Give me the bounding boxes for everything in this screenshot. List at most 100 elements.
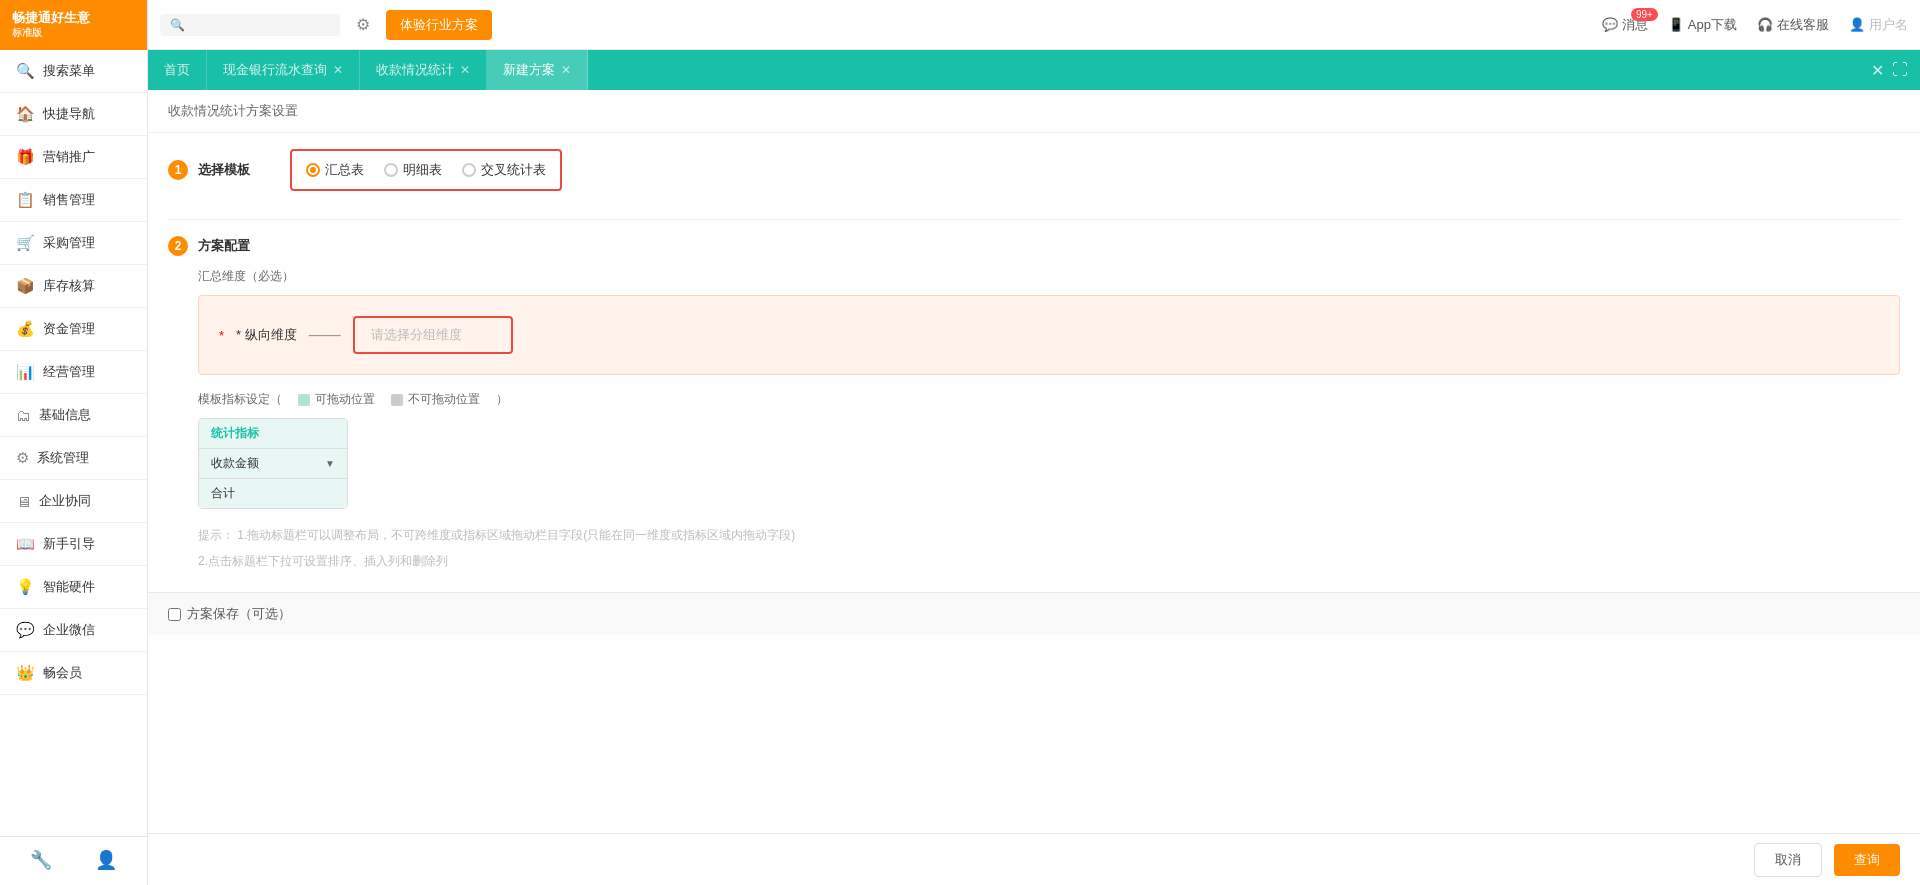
sidebar-item-search[interactable]: 🔍 搜索菜单 [0, 50, 147, 93]
indicator-row-0[interactable]: 收款金额 ▼ [199, 449, 347, 478]
sidebar-label-smart-hardware: 智能硬件 [43, 578, 95, 596]
guide-icon: 📖 [16, 535, 35, 553]
tip-line-2: 2.点击标题栏下拉可设置排序、插入列和删除列 [198, 551, 1900, 573]
wechat-icon: 💬 [16, 621, 35, 639]
tab-bar: 首页 现金银行流水查询 ✕ 收款情况统计 ✕ 新建方案 ✕ ✕ ⛶ [148, 50, 1920, 90]
step2-header: 2 方案配置 [168, 236, 1900, 256]
radio-detail[interactable]: 明细表 [384, 161, 442, 179]
sidebar-item-purchase[interactable]: 🛒 采购管理 [0, 222, 147, 265]
member-icon: 👑 [16, 664, 35, 682]
sidebar-label-finance: 资金管理 [43, 320, 95, 338]
search-icon: 🔍 [170, 18, 185, 32]
sidebar-item-inventory[interactable]: 📦 库存核算 [0, 265, 147, 308]
step1-title: 选择模板 [198, 161, 250, 179]
radio-circle-cross [462, 163, 476, 177]
tab-new-plan-label: 新建方案 [503, 61, 555, 79]
sidebar-label-basic-info: 基础信息 [39, 406, 91, 424]
indicator-table-header: 统计指标 [199, 419, 347, 449]
radio-cross[interactable]: 交叉统计表 [462, 161, 546, 179]
user-icon: 👤 [95, 849, 117, 871]
sidebar-label-purchase: 采购管理 [43, 234, 95, 252]
sidebar-item-system[interactable]: ⚙ 系统管理 [0, 437, 147, 480]
indicator-table: 统计指标 收款金额 ▼ 合计 [198, 418, 348, 509]
enterprise-coop-icon: 🖥 [16, 493, 31, 510]
page-title: 收款情况统计方案设置 [148, 90, 1920, 133]
tab-collection-stats-close[interactable]: ✕ [460, 63, 470, 77]
tab-new-plan[interactable]: 新建方案 ✕ [487, 50, 588, 90]
tab-close-all-icon[interactable]: ✕ [1871, 61, 1884, 80]
header-right: 💬 消息 99+ 📱 App下载 🎧 在线客服 👤 用户名 [1602, 16, 1908, 34]
notification-icon: 💬 [1602, 17, 1618, 32]
dim-required-star: * [219, 328, 224, 343]
step1-header: 1 选择模板 汇总表 明细表 交叉统计表 [168, 149, 1900, 191]
service-item[interactable]: 🎧 在线客服 [1757, 16, 1829, 34]
sidebar-item-member[interactable]: 👑 畅会员 [0, 652, 147, 695]
fixed-box [391, 394, 403, 406]
notification-badge: 99+ [1631, 8, 1658, 21]
radio-cross-label: 交叉统计表 [481, 161, 546, 179]
tab-home[interactable]: 首页 [148, 50, 207, 90]
tab-new-plan-close[interactable]: ✕ [561, 63, 571, 77]
sidebar-item-finance[interactable]: 💰 资金管理 [0, 308, 147, 351]
legend-fixed: 不可拖动位置 [391, 391, 480, 408]
sidebar-bottom-settings[interactable]: 🔧 [30, 849, 52, 873]
sidebar-item-operations[interactable]: 📊 经营管理 [0, 351, 147, 394]
fixed-label: 不可拖动位置 [408, 391, 480, 408]
sidebar-item-basic-info[interactable]: 🗂 基础信息 [0, 394, 147, 437]
dropdown-arrow-0[interactable]: ▼ [325, 458, 335, 469]
content-area: 收款情况统计方案设置 1 选择模板 汇总表 明细表 [148, 90, 1920, 833]
tab-bank-flow-close[interactable]: ✕ [333, 63, 343, 77]
hardware-icon: 💡 [16, 578, 35, 596]
sidebar-item-new-guide[interactable]: 📖 新手引导 [0, 523, 147, 566]
sidebar-item-enterprise-wechat[interactable]: 💬 企业微信 [0, 609, 147, 652]
sidebar-logo: 畅捷通好生意 标准版 [0, 0, 147, 50]
step2-section: 2 方案配置 汇总维度（必选） * * 纵向维度 —— 请选择分组维度 [148, 220, 1920, 592]
sidebar-bottom-user[interactable]: 👤 [95, 849, 117, 873]
gear-icon[interactable]: ⚙ [356, 15, 370, 34]
tip-line-1: 提示： 1.拖动标题栏可以调整布局，不可跨维度或指标区域拖动栏目字段(只能在同一… [198, 525, 1900, 547]
query-button[interactable]: 查询 [1834, 844, 1900, 876]
tab-bank-flow[interactable]: 现金银行流水查询 ✕ [207, 50, 360, 90]
sidebar-bottom: 🔧 👤 [0, 836, 147, 885]
sidebar-label-system: 系统管理 [37, 449, 89, 467]
service-label: 在线客服 [1777, 16, 1829, 34]
sidebar-item-quick-nav[interactable]: 🏠 快捷导航 [0, 93, 147, 136]
download-label: App下载 [1688, 16, 1737, 34]
cancel-button[interactable]: 取消 [1754, 843, 1822, 877]
tab-expand-icon[interactable]: ⛶ [1892, 61, 1908, 79]
tab-collection-stats[interactable]: 收款情况统计 ✕ [360, 50, 487, 90]
header-search[interactable]: 🔍 [160, 14, 340, 36]
draggable-box [298, 394, 310, 406]
dimension-label: 汇总维度（必选） [198, 268, 1900, 285]
sidebar-label-inventory: 库存核算 [43, 277, 95, 295]
dim-row-label: * 纵向维度 [236, 326, 297, 344]
indicator-legend-prefix: 模板指标设定（ [198, 391, 282, 408]
step1-section: 1 选择模板 汇总表 明细表 交叉统计表 [148, 133, 1920, 219]
trial-button[interactable]: 体验行业方案 [386, 10, 492, 40]
home-icon: 🏠 [16, 105, 35, 123]
indicator-legend-suffix: ） [496, 391, 508, 408]
radio-circle-detail [384, 163, 398, 177]
sidebar-item-smart-hardware[interactable]: 💡 智能硬件 [0, 566, 147, 609]
indicator-legend: 模板指标设定（ 可拖动位置 不可拖动位置 ） [198, 391, 1900, 408]
sidebar-label-search: 搜索菜单 [43, 62, 95, 80]
legend-draggable: 可拖动位置 [298, 391, 375, 408]
sidebar-item-sales[interactable]: 📋 销售管理 [0, 179, 147, 222]
sidebar-label-member: 畅会员 [43, 664, 82, 682]
save-checkbox[interactable] [168, 608, 181, 621]
dim-select[interactable]: 请选择分组维度 [353, 316, 513, 354]
sidebar-label-enterprise-coop: 企业协同 [39, 492, 91, 510]
service-icon: 🎧 [1757, 17, 1773, 32]
dimension-area: * * 纵向维度 —— 请选择分组维度 [198, 295, 1900, 375]
save-label: 方案保存（可选） [187, 605, 291, 623]
notification-item[interactable]: 💬 消息 99+ [1602, 16, 1648, 34]
radio-summary[interactable]: 汇总表 [306, 161, 364, 179]
download-item[interactable]: 📱 App下载 [1668, 16, 1737, 34]
step2-title: 方案配置 [198, 237, 250, 255]
radio-circle-summary [306, 163, 320, 177]
top-header: 🔍 ⚙ 体验行业方案 💬 消息 99+ 📱 App下载 🎧 在线客服 👤 用户名 [148, 0, 1920, 50]
sidebar-item-marketing[interactable]: 🎁 营销推广 [0, 136, 147, 179]
indicator-settings: 模板指标设定（ 可拖动位置 不可拖动位置 ） 统计指标 [198, 391, 1900, 509]
sidebar-item-enterprise-coop[interactable]: 🖥 企业协同 [0, 480, 147, 523]
user-info-item[interactable]: 👤 用户名 [1849, 16, 1908, 34]
